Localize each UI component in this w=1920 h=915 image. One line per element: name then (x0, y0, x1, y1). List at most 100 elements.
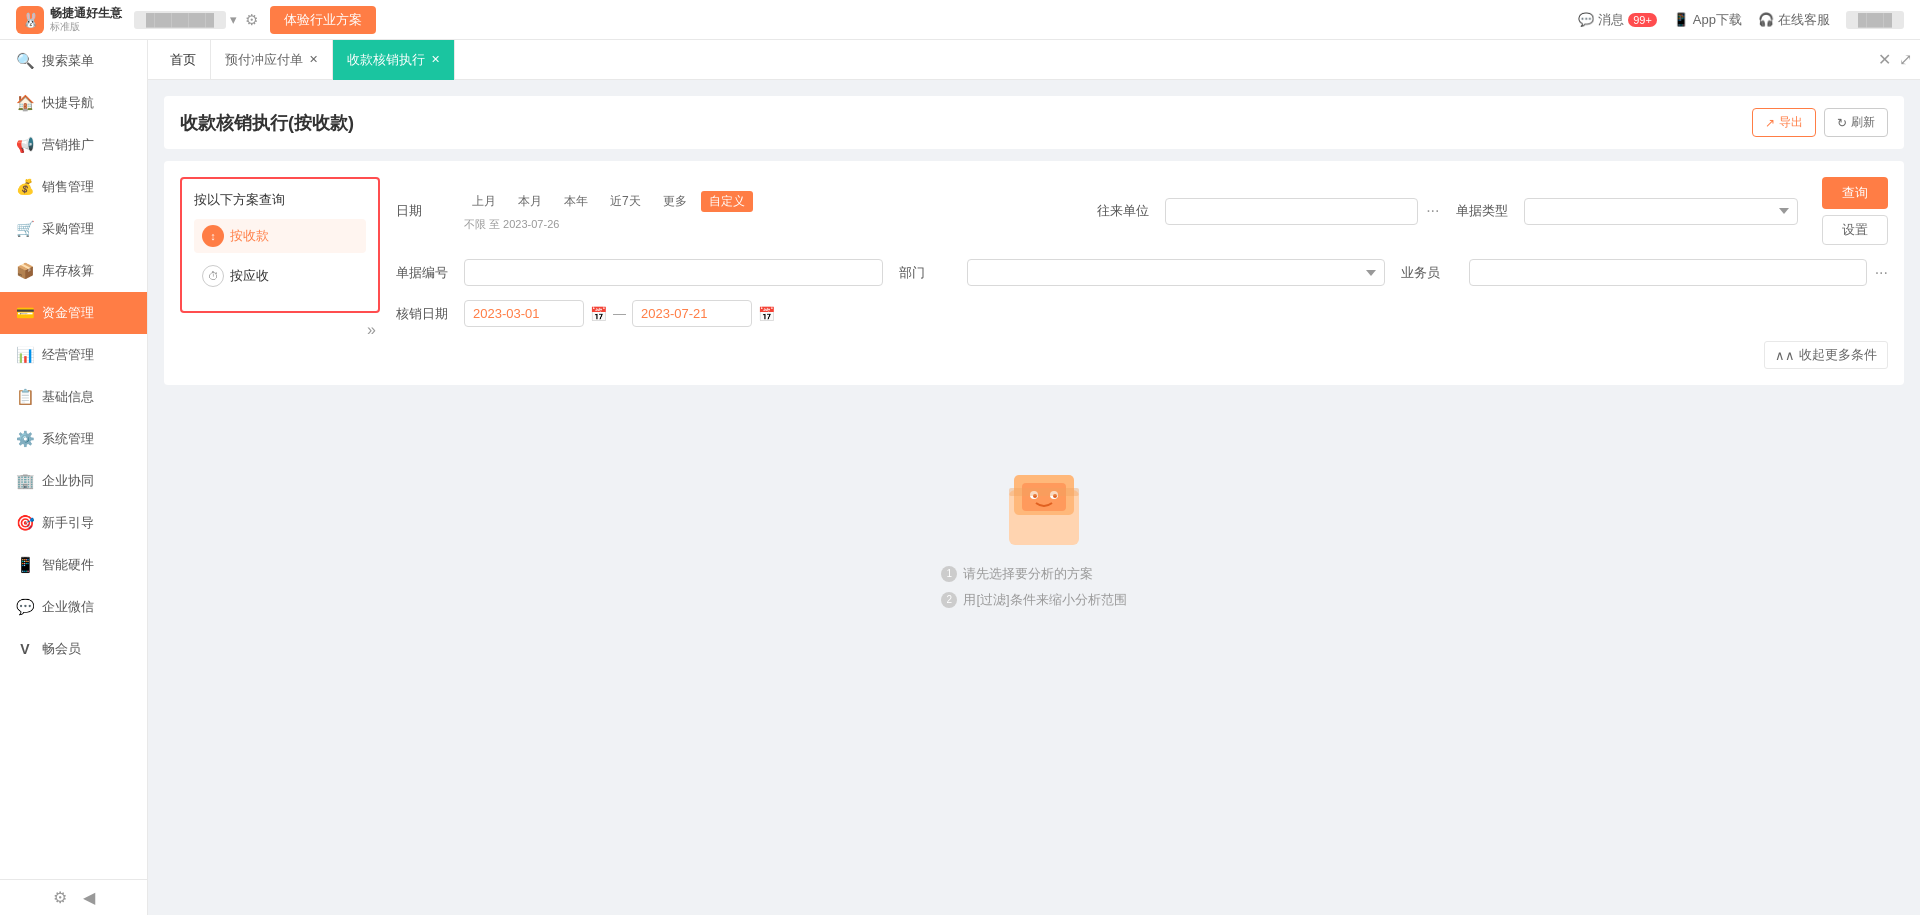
message-label: 消息 (1598, 11, 1624, 29)
collapse-sidebar-icon[interactable]: ◀ (83, 888, 95, 907)
sidebar-item-finance[interactable]: 💳 资金管理 (0, 292, 147, 334)
hardware-icon: 📱 (16, 556, 34, 574)
date-btn-this-year[interactable]: 本年 (556, 190, 596, 213)
date-btn-more[interactable]: 更多 (655, 190, 695, 213)
sidebar-label-purchase: 采购管理 (42, 220, 94, 238)
solution-button[interactable]: 体验行业方案 (270, 6, 376, 34)
service-icon: 🎧 (1758, 12, 1774, 27)
bill-type-select[interactable] (1524, 198, 1799, 225)
collapse-more-button[interactable]: ∧∧ 收起更多条件 (1764, 341, 1888, 369)
staff-input[interactable] (1469, 259, 1866, 286)
filter-option-by-receipt[interactable]: ↕ 按收款 (194, 219, 366, 253)
sidebar-item-basic-info[interactable]: 📋 基础信息 (0, 376, 147, 418)
settings-button[interactable]: 设置 (1822, 215, 1888, 245)
verify-end-input[interactable]: 2023-07-21 (632, 300, 752, 327)
tab-home-label: 首页 (170, 51, 196, 69)
empty-svg (984, 445, 1104, 555)
date-btn-last-month[interactable]: 上月 (464, 190, 504, 213)
empty-illustration (984, 445, 1084, 545)
sidebar-item-system[interactable]: ⚙️ 系统管理 (0, 418, 147, 460)
query-actions: 查询 设置 (1822, 177, 1888, 245)
bill-no-input[interactable] (464, 259, 883, 286)
verify-date-label: 核销日期 (396, 305, 456, 323)
empty-step-2: 2 用[过滤]条件来缩小分析范围 (941, 587, 1126, 613)
collapse-panel-icon[interactable]: » (363, 317, 380, 343)
tab-receipt-verify-label: 收款核销执行 (347, 51, 425, 69)
tab-receipt-verify[interactable]: 收款核销执行 ✕ (333, 40, 455, 80)
gear-icon[interactable]: ⚙ (245, 11, 258, 29)
sidebar-item-wecom[interactable]: 💬 企业微信 (0, 586, 147, 628)
empty-hint-1: 请先选择要分析的方案 (963, 561, 1093, 587)
home-icon: 🏠 (16, 94, 34, 112)
tab-home[interactable]: 首页 (156, 40, 211, 80)
tab-receipt-verify-close-icon[interactable]: ✕ (431, 53, 440, 66)
tab-prepay[interactable]: 预付冲应付单 ✕ (211, 40, 333, 80)
verify-end-calendar-icon[interactable]: 📅 (758, 306, 775, 322)
sidebar-label-marketing: 营销推广 (42, 136, 94, 154)
department-select[interactable] (967, 259, 1386, 286)
refresh-button[interactable]: ↻ 刷新 (1824, 108, 1888, 137)
export-button[interactable]: ↗ 导出 (1752, 108, 1816, 137)
guide-icon: 🎯 (16, 514, 34, 532)
logo-icon: 🐰 (16, 6, 44, 34)
date-btn-this-month[interactable]: 本月 (510, 190, 550, 213)
verify-start-calendar-icon[interactable]: 📅 (590, 306, 607, 322)
tab-bar-actions: ✕ ⤢ (1878, 50, 1912, 69)
sidebar-item-guide[interactable]: 🎯 新手引导 (0, 502, 147, 544)
content-area: 首页 预付冲应付单 ✕ 收款核销执行 ✕ ✕ ⤢ 收款核销执行(按收款) (148, 40, 1920, 915)
purchase-icon: 🛒 (16, 220, 34, 238)
sidebar-item-purchase[interactable]: 🛒 采购管理 (0, 208, 147, 250)
sidebar-item-inventory[interactable]: 📦 库存核算 (0, 250, 147, 292)
staff-ellipsis-icon[interactable]: ··· (1875, 264, 1888, 282)
verify-start-input[interactable]: 2023-03-01 (464, 300, 584, 327)
sidebar-item-search[interactable]: 🔍 搜索菜单 (0, 40, 147, 82)
date-label: 日期 (396, 202, 456, 220)
app-download-item[interactable]: 📱 App下载 (1673, 11, 1742, 29)
settings-bottom-icon[interactable]: ⚙ (53, 888, 67, 907)
basic-info-icon: 📋 (16, 388, 34, 406)
sidebar-item-enterprise[interactable]: 🏢 企业协同 (0, 460, 147, 502)
sidebar: 🔍 搜索菜单 🏠 快捷导航 📢 营销推广 💰 销售管理 🛒 采购管理 📦 库存核… (0, 40, 148, 915)
date-btn-7days[interactable]: 近7天 (602, 190, 649, 213)
search-icon: 🔍 (16, 52, 34, 70)
tab-expand-icon[interactable]: ⤢ (1899, 50, 1912, 69)
sidebar-label-sales: 销售管理 (42, 178, 94, 196)
message-item[interactable]: 💬 消息 99+ (1578, 11, 1657, 29)
counterpart-ellipsis-icon[interactable]: ··· (1426, 202, 1439, 220)
filter-date-item: 日期 上月 本月 本年 近7天 更多 自定义 (396, 190, 1081, 232)
receipt-option-icon: ↕ (202, 225, 224, 247)
filter-verify-date-item: 核销日期 2023-03-01 📅 — 2023-07-21 📅 (396, 300, 1888, 327)
tab-close-all-icon[interactable]: ✕ (1878, 50, 1891, 69)
sidebar-item-hardware[interactable]: 📱 智能硬件 (0, 544, 147, 586)
nav-arrow-icon[interactable]: ▾ (230, 12, 237, 27)
filter-row-3: 核销日期 2023-03-01 📅 — 2023-07-21 📅 (396, 300, 1888, 327)
filter-staff-item: 业务员 ··· (1401, 259, 1888, 286)
tab-prepay-close-icon[interactable]: ✕ (309, 53, 318, 66)
sidebar-item-marketing[interactable]: 📢 营销推广 (0, 124, 147, 166)
bill-no-label: 单据编号 (396, 264, 456, 282)
sidebar-item-operations[interactable]: 📊 经营管理 (0, 334, 147, 376)
collapse-more-area: ∧∧ 收起更多条件 (396, 341, 1888, 369)
main-layout: 🔍 搜索菜单 🏠 快捷导航 📢 营销推广 💰 销售管理 🛒 采购管理 📦 库存核… (0, 40, 1920, 915)
enterprise-icon: 🏢 (16, 472, 34, 490)
sidebar-label-system: 系统管理 (42, 430, 94, 448)
collapse-more-up-icon: ∧∧ (1775, 348, 1795, 363)
logo-area: 🐰 畅捷通好生意 标准版 (16, 6, 122, 34)
finance-icon: 💳 (16, 304, 34, 322)
page-title-bar: 收款核销执行(按收款) ↗ 导出 ↻ 刷新 (164, 96, 1904, 149)
filter-sidebar: 按以下方案查询 ↕ 按收款 ⏱ 按应收 » (180, 177, 380, 369)
sidebar-item-sales[interactable]: 💰 销售管理 (0, 166, 147, 208)
date-options: 上月 本月 本年 近7天 更多 自定义 (464, 190, 753, 213)
sidebar-item-quicknav[interactable]: 🏠 快捷导航 (0, 82, 147, 124)
service-item[interactable]: 🎧 在线客服 (1758, 11, 1830, 29)
nav-label: ████████ (134, 11, 226, 29)
sidebar-label-basic-info: 基础信息 (42, 388, 94, 406)
brand-name: 畅捷通好生意 (50, 6, 122, 20)
query-button[interactable]: 查询 (1822, 177, 1888, 209)
date-btn-custom[interactable]: 自定义 (701, 191, 753, 212)
sidebar-item-member[interactable]: V 畅会员 (0, 628, 147, 670)
filter-form: 日期 上月 本月 本年 近7天 更多 自定义 (396, 177, 1888, 369)
sidebar-label-guide: 新手引导 (42, 514, 94, 532)
filter-option-by-receivable[interactable]: ⏱ 按应收 (194, 259, 366, 293)
counterpart-input[interactable] (1165, 198, 1418, 225)
